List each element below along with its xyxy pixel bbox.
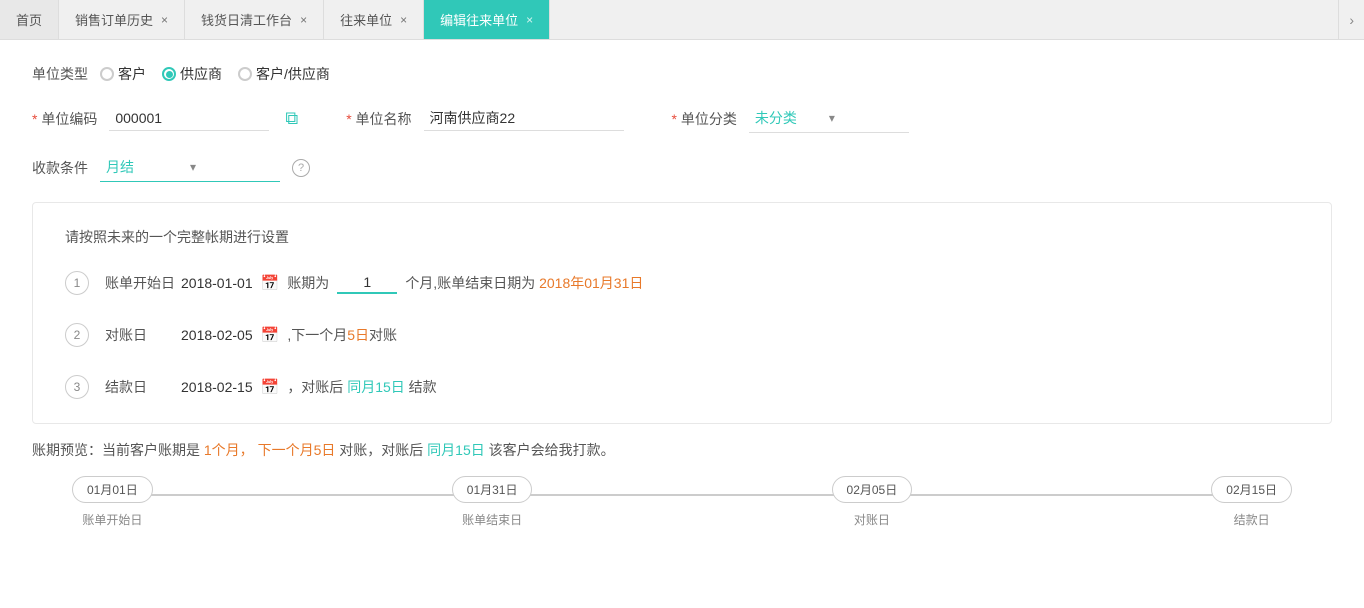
section-instruction: 请按照未来的一个完整帐期进行设置 <box>65 227 1299 247</box>
step-2-calendar-icon[interactable]: 📅 <box>261 326 280 344</box>
radio-both[interactable]: 客户/供应商 <box>238 64 330 84</box>
step-1-label: 账单开始日 <box>105 273 165 293</box>
step-3-desc-highlight: 同月15日 <box>347 377 405 397</box>
payment-terms-value: 月结 <box>106 157 190 177</box>
step-1-calendar-icon[interactable]: 📅 <box>261 274 280 292</box>
step-3-date: 2018-02-15 <box>181 379 253 395</box>
radio-supplier-circle <box>162 67 176 81</box>
step-1-row: 1 账单开始日 2018-01-01 📅 账期为 个月,账单结束日期为 2018… <box>65 271 1299 295</box>
preview-prefix: 账期预览：当前客户账期是 <box>32 442 200 458</box>
unit-category-select[interactable]: 未分类 ▾ <box>749 104 909 133</box>
tab-home-label: 首页 <box>16 10 42 29</box>
unit-code-copy-icon[interactable]: ⧉ <box>285 108 298 129</box>
tab-cash-workbench-label: 钱货日清工作台 <box>201 10 292 29</box>
node-1-tag: 01月01日 <box>72 476 153 503</box>
step-2-num: 2 <box>65 323 89 347</box>
radio-customer-label: 客户 <box>118 64 146 84</box>
payment-terms-chevron-icon: ▾ <box>190 160 274 174</box>
unit-info-row: 单位编码 ⧉ 单位名称 单位分类 未分类 ▾ <box>32 104 1332 133</box>
step-1-end-date: 2018年01月31日 <box>539 273 643 293</box>
step-3-row: 3 结款日 2018-02-15 📅 ，对账后 同月15日 结款 <box>65 375 1299 399</box>
node-3-tag: 02月05日 <box>832 476 913 503</box>
preview-section: 账期预览：当前客户账期是 1个月， 下一个月5日 对账，对账后 同月15日 该客… <box>32 440 1332 460</box>
node-2-tag: 01月31日 <box>452 476 533 503</box>
tab-home[interactable]: 首页 <box>0 0 59 39</box>
tab-partner-label: 往来单位 <box>340 10 392 29</box>
node-4-tag: 02月15日 <box>1211 476 1292 503</box>
unit-type-radio-group: 客户 供应商 客户/供应商 <box>100 64 330 84</box>
unit-type-label: 单位类型 <box>32 64 88 84</box>
tab-edit-partner[interactable]: 编辑往来单位 × <box>424 0 550 39</box>
tab-cash-workbench-close[interactable]: × <box>300 13 307 27</box>
tab-sales-history-label: 销售订单历史 <box>75 10 153 29</box>
step-3-desc-suffix: 结款 <box>405 377 437 397</box>
tab-edit-partner-label: 编辑往来单位 <box>440 10 518 29</box>
step-1-period-prefix: 账期为 <box>287 273 329 293</box>
radio-supplier[interactable]: 供应商 <box>162 64 222 84</box>
timeline-container: 01月01日 账单开始日 01月31日 账单结束日 02月05日 对账日 02月… <box>32 476 1332 528</box>
tab-sales-history[interactable]: 销售订单历史 × <box>59 0 185 39</box>
preview-part1: 1个月， <box>204 442 254 458</box>
step-2-date: 2018-02-05 <box>181 327 253 343</box>
node-4-label: 结款日 <box>1234 511 1270 528</box>
tab-partner-close[interactable]: × <box>400 13 407 27</box>
radio-customer-circle <box>100 67 114 81</box>
billing-period-card: 请按照未来的一个完整帐期进行设置 1 账单开始日 2018-01-01 📅 账期… <box>32 202 1332 424</box>
step-3-num: 3 <box>65 375 89 399</box>
unit-category-chevron-icon: ▾ <box>829 111 903 125</box>
timeline-node-3: 02月05日 对账日 <box>832 476 913 528</box>
unit-name-input[interactable] <box>424 106 624 131</box>
help-icon[interactable]: ? <box>292 159 310 177</box>
payment-terms-select[interactable]: 月结 ▾ <box>100 153 280 182</box>
step-1-num: 1 <box>65 271 89 295</box>
timeline-nodes: 01月01日 账单开始日 01月31日 账单结束日 02月05日 对账日 02月… <box>52 476 1312 528</box>
node-1-label: 账单开始日 <box>82 511 142 528</box>
unit-code-input[interactable] <box>109 106 269 131</box>
main-content: 单位类型 客户 供应商 客户/供应商 单位编码 ⧉ 单位名称 单位分类 未分 <box>0 40 1364 608</box>
unit-code-label: 单位编码 <box>32 109 97 129</box>
radio-customer[interactable]: 客户 <box>100 64 146 84</box>
unit-category-label: 单位分类 <box>672 109 737 129</box>
payment-terms-row: 收款条件 月结 ▾ ? <box>32 153 1332 182</box>
tabs-bar: 首页 销售订单历史 × 钱货日清工作台 × 往来单位 × 编辑往来单位 × › <box>0 0 1364 40</box>
step-1-date: 2018-01-01 <box>181 275 253 291</box>
step-2-desc-prefix: ,下一个月 <box>287 325 347 345</box>
preview-part2: 下一个月5日 <box>258 442 336 458</box>
tab-sales-history-close[interactable]: × <box>161 13 168 27</box>
node-3-label: 对账日 <box>854 511 890 528</box>
step-1-period-suffix: 个月,账单结束日期为 <box>405 273 539 293</box>
tab-partner[interactable]: 往来单位 × <box>324 0 424 39</box>
step-2-label: 对账日 <box>105 325 165 345</box>
step-3-calendar-icon[interactable]: 📅 <box>261 378 280 396</box>
preview-part3: 对账，对账后 <box>339 442 423 458</box>
tab-cash-workbench[interactable]: 钱货日清工作台 × <box>185 0 324 39</box>
radio-both-circle <box>238 67 252 81</box>
step-2-desc-suffix: 对账 <box>369 325 397 345</box>
step-2-row: 2 对账日 2018-02-05 📅 ,下一个月 5日 对账 <box>65 323 1299 347</box>
preview-part4: 同月15日 <box>427 442 485 458</box>
tab-more-arrow[interactable]: › <box>1338 0 1364 39</box>
step-2-desc-highlight: 5日 <box>347 325 369 345</box>
unit-type-row: 单位类型 客户 供应商 客户/供应商 <box>32 64 1332 84</box>
radio-supplier-label: 供应商 <box>180 64 222 84</box>
step-3-label: 结款日 <box>105 377 165 397</box>
period-input[interactable] <box>337 272 397 294</box>
step-3-desc-prefix: ，对账后 <box>287 377 347 397</box>
timeline-node-2: 01月31日 账单结束日 <box>452 476 533 528</box>
unit-category-value: 未分类 <box>755 108 829 128</box>
payment-terms-label: 收款条件 <box>32 158 88 178</box>
tab-edit-partner-close[interactable]: × <box>526 13 533 27</box>
timeline-node-1: 01月01日 账单开始日 <box>72 476 153 528</box>
radio-both-label: 客户/供应商 <box>256 64 330 84</box>
timeline-node-4: 02月15日 结款日 <box>1211 476 1292 528</box>
node-2-label: 账单结束日 <box>462 511 522 528</box>
unit-name-label: 单位名称 <box>346 109 411 129</box>
preview-part5: 该客户会给我打款。 <box>489 442 615 458</box>
